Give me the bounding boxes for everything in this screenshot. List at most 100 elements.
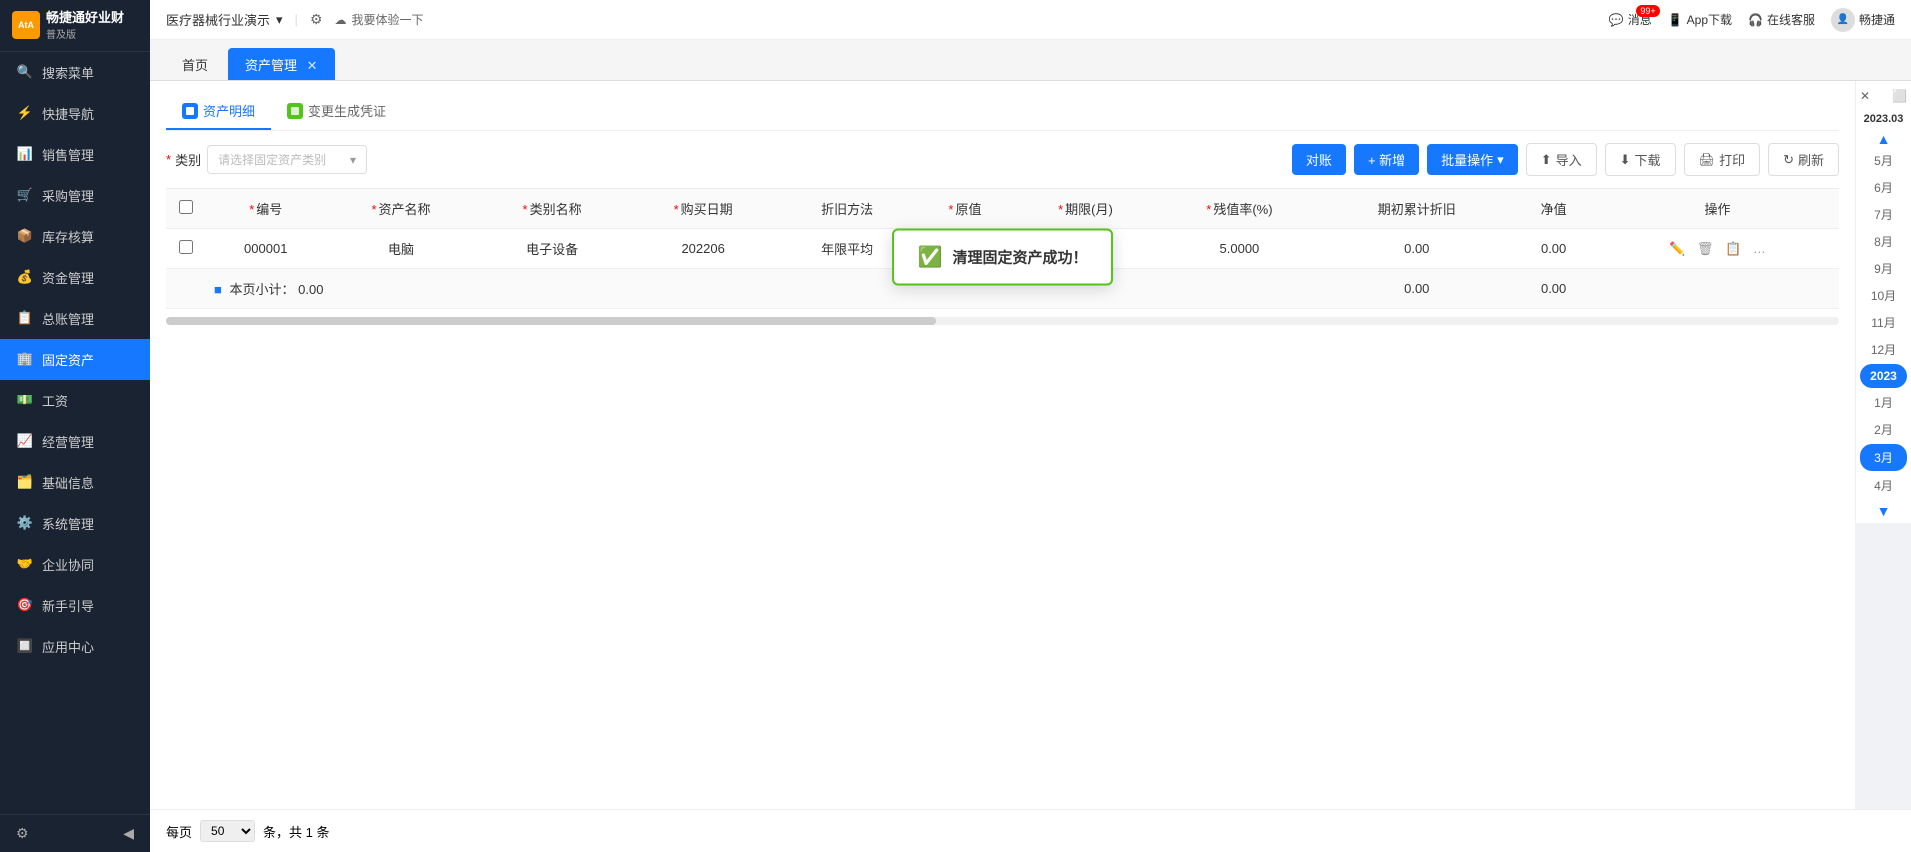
tab-home[interactable]: 首页 [166, 49, 224, 80]
timeline-panel: ✕⬜2023.03▲5月6月7月8月9月10月11月12月20231月2月3月4… [1855, 81, 1911, 523]
topbar-right: 💬 消息 99+ 📱 App下载 🎧 在线客服 👤 畅捷通 [1609, 8, 1895, 32]
refresh-button[interactable]: ↻ 刷新 [1768, 143, 1839, 176]
sidebar-icon: ⚙️ [16, 514, 34, 532]
toolbar-left: * 类别 请选择固定资产类别 ▾ [166, 145, 367, 174]
timeline-month[interactable]: 6月 [1856, 174, 1911, 201]
experience-btn[interactable]: ☁ 我要体验一下 [335, 11, 424, 28]
timeline-year-marker[interactable]: 2023 [1860, 364, 1907, 388]
refresh-icon: ↻ [1783, 152, 1794, 168]
timeline-month[interactable]: 9月 [1856, 255, 1911, 282]
batch-button[interactable]: 批量操作 ▾ [1427, 144, 1518, 175]
sidebar-item-快捷导航[interactable]: ⚡快捷导航 [0, 93, 150, 134]
sidebar: AtA 畅捷通好业财 普及版 🔍搜索菜单⚡快捷导航📊销售管理🛒采购管理📦库存核算… [0, 0, 150, 852]
reconcile-button[interactable]: 对账 [1292, 144, 1346, 175]
main-area: 医疗器械行业演示 ▾ | ⚙ ☁ 我要体验一下 💬 消息 99+ 📱 App下载… [150, 0, 1911, 852]
download-button[interactable]: ⬇ 下载 [1605, 143, 1676, 176]
sidebar-icon: 🤝 [16, 555, 34, 573]
sub-tab-voucher[interactable]: 变更生成凭证 [271, 93, 402, 130]
subtotal-icon: ■ [214, 282, 222, 297]
sidebar-icon: 🔍 [16, 63, 34, 81]
sidebar-item-系统管理[interactable]: ⚙️系统管理 [0, 503, 150, 544]
sidebar-item-搜索菜单[interactable]: 🔍搜索菜单 [0, 52, 150, 93]
timeline-month[interactable]: 12月 [1856, 336, 1911, 363]
delete-icon[interactable]: 🗑 [1697, 241, 1714, 256]
app-download-btn[interactable]: 📱 App下载 [1668, 11, 1732, 28]
tab-close-icon[interactable]: ✕ [307, 58, 318, 73]
avatar: 👤 [1831, 8, 1855, 32]
copy-icon[interactable]: 📋 [1725, 241, 1741, 256]
timeline-close-icon[interactable]: ✕ [1860, 89, 1870, 103]
timeline-month[interactable]: 1月 [1856, 389, 1911, 416]
sidebar-item-工资[interactable]: 💵工资 [0, 380, 150, 421]
pagination-bar: 每页 50 100 200 条，共 1 条 [150, 809, 1911, 852]
table-scrollbar[interactable] [166, 317, 1839, 325]
timeline-month[interactable]: 10月 [1856, 282, 1911, 309]
user-profile[interactable]: 👤 畅捷通 [1831, 8, 1895, 32]
timeline-up-arrow[interactable]: ▲ [1877, 131, 1891, 147]
sidebar-icon: 🏢 [16, 350, 34, 368]
timeline-month[interactable]: 7月 [1856, 201, 1911, 228]
sidebar-item-库存核算[interactable]: 📦库存核算 [0, 216, 150, 257]
scroll-thumb[interactable] [166, 317, 936, 325]
more-icon[interactable]: … [1753, 241, 1766, 256]
subtotal-net: 0.00 [1511, 269, 1596, 309]
select-chevron-icon: ▾ [350, 153, 356, 167]
th-period: *期限(月) [1014, 189, 1156, 229]
print-icon: 🖨 [1699, 152, 1716, 168]
per-page-select[interactable]: 50 100 200 [200, 820, 255, 842]
sidebar-item-基础信息[interactable]: 🗂️基础信息 [0, 462, 150, 503]
sidebar-item-应用中心[interactable]: 🔲应用中心 [0, 626, 150, 667]
sidebar-icon: 💰 [16, 268, 34, 286]
sidebar-item-企业协同[interactable]: 🤝企业协同 [0, 544, 150, 585]
success-toast: ✅ 清理固定资产成功！ [892, 228, 1114, 285]
sidebar-icon: 💵 [16, 391, 34, 409]
cell-category: 电子设备 [477, 229, 628, 269]
sidebar-item-采购管理[interactable]: 🛒采购管理 [0, 175, 150, 216]
settings-icon[interactable]: ⚙ [16, 825, 29, 842]
timeline-month[interactable]: 4月 [1856, 472, 1911, 499]
sidebar-item-固定资产[interactable]: 🏢固定资产 [0, 339, 150, 380]
timeline-down-arrow[interactable]: ▼ [1877, 503, 1891, 519]
collapse-icon[interactable]: ◀ [123, 825, 134, 842]
edit-icon[interactable]: ✏️ [1669, 241, 1685, 256]
th-purchase-date: *购买日期 [628, 189, 779, 229]
print-button[interactable]: 🖨 打印 [1684, 143, 1761, 176]
category-select[interactable]: 请选择固定资产类别 ▾ [207, 145, 367, 174]
messages-btn[interactable]: 💬 消息 99+ [1609, 11, 1652, 28]
th-residual: *残值率(%) [1157, 189, 1323, 229]
subtotal-label: 本页小计： [229, 282, 294, 297]
timeline-month[interactable]: 5月 [1856, 147, 1911, 174]
select-all-checkbox[interactable] [179, 200, 193, 214]
online-service-btn[interactable]: 🎧 在线客服 [1748, 11, 1815, 28]
timeline-expand-icon[interactable]: ⬜ [1892, 89, 1907, 103]
tabbar: 首页 资产管理 ✕ [150, 40, 1911, 81]
sidebar-item-资金管理[interactable]: 💰资金管理 [0, 257, 150, 298]
timeline-month[interactable]: 11月 [1856, 309, 1911, 336]
check-icon: ✅ [918, 244, 943, 269]
sidebar-item-经营管理[interactable]: 📈经营管理 [0, 421, 150, 462]
content-main: 资产明细 变更生成凭证 * 类别 [150, 81, 1855, 809]
th-original-value: *原值 [916, 189, 1015, 229]
asset-detail-icon [182, 103, 198, 119]
import-button[interactable]: ⬆ 导入 [1526, 143, 1597, 176]
company-selector[interactable]: 医疗器械行业演示 ▾ [166, 10, 283, 29]
cell-purchase-date: 202206 [628, 229, 779, 269]
voucher-icon [287, 103, 303, 119]
timeline-month[interactable]: 3月 [1860, 444, 1907, 471]
th-category: *类别名称 [477, 189, 628, 229]
timeline-month[interactable]: 2月 [1856, 416, 1911, 443]
sub-tab-asset-detail[interactable]: 资产明细 [166, 93, 271, 130]
topbar-divider: | [295, 12, 298, 27]
download-icon: ⬇ [1620, 152, 1631, 168]
new-button[interactable]: + 新增 [1354, 144, 1419, 175]
subtotal-original: 0.00 [298, 282, 323, 297]
timeline-month[interactable]: 8月 [1856, 228, 1911, 255]
tab-assets[interactable]: 资产管理 ✕ [228, 48, 335, 80]
sidebar-item-销售管理[interactable]: 📊销售管理 [0, 134, 150, 175]
sidebar-icon: 📦 [16, 227, 34, 245]
sidebar-item-总账管理[interactable]: 📋总账管理 [0, 298, 150, 339]
row-checkbox[interactable] [179, 240, 193, 254]
gear-icon[interactable]: ⚙ [310, 11, 323, 28]
sidebar-item-新手引导[interactable]: 🎯新手引导 [0, 585, 150, 626]
logo-icon: AtA [12, 11, 40, 39]
